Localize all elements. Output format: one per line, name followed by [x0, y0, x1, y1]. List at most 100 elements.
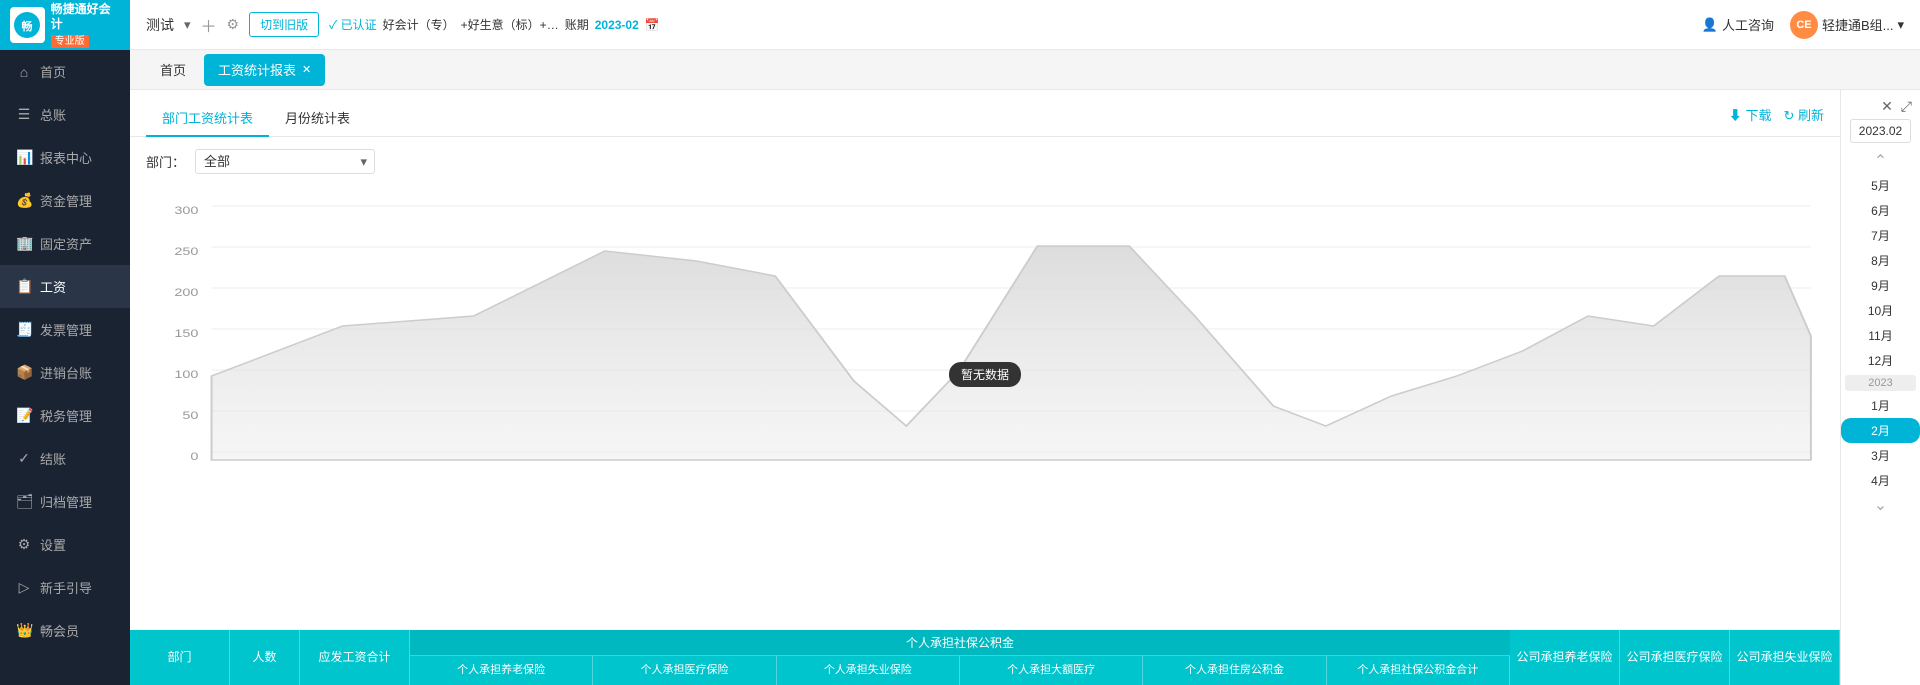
sidebar-item-checkout[interactable]: ✓ 结账: [0, 437, 130, 480]
month-item-5[interactable]: 5月: [1841, 173, 1920, 198]
right-panel-controls: ✕ ⤢: [1841, 98, 1920, 119]
sidebar-label-ledger: 总账: [40, 105, 66, 124]
th-personal-housing: 个人承担住房公积金: [1143, 656, 1326, 685]
sidebar-item-archive[interactable]: 🗂 归档管理: [0, 480, 130, 523]
period-value: 2023-02: [595, 18, 639, 32]
month-item-2[interactable]: 2月: [1841, 418, 1920, 443]
guide-icon: ▷: [16, 579, 32, 596]
sidebar-label-reports: 报表中心: [40, 148, 92, 167]
sidebar-label-guide: 新手引导: [40, 578, 92, 597]
month-item-10[interactable]: 10月: [1841, 298, 1920, 323]
assets-icon: 🏢: [16, 235, 32, 252]
user-menu[interactable]: CE 轻捷通B组... ▾: [1790, 11, 1904, 39]
close-panel-icon[interactable]: ✕: [1881, 98, 1893, 115]
chart-container: 0 50 100 150 200 250 300 350: [146, 196, 1824, 516]
sidebar-label-salary: 工资: [40, 277, 66, 296]
consult-button[interactable]: 👤 人工咨询: [1702, 15, 1774, 34]
sidebar-item-salary[interactable]: 📋 工资: [0, 265, 130, 308]
download-label: 下载: [1745, 108, 1771, 123]
logo-name: 畅捷通好会计: [51, 2, 120, 33]
month-item-3[interactable]: 3月: [1841, 443, 1920, 468]
filter-dept-select[interactable]: 全部 研发部 销售部 行政部 财务部: [195, 149, 375, 174]
sidebar-item-guide[interactable]: ▷ 新手引导: [0, 566, 130, 609]
th-company-medical-label: 公司承担医疗保险: [1626, 650, 1722, 666]
refresh-button[interactable]: ↻ 刷新: [1783, 105, 1824, 124]
sub-tab-dept-label: 部门工资统计表: [162, 111, 253, 126]
month-item-12[interactable]: 12月: [1841, 348, 1920, 373]
th-company-pension-label: 公司承担养老保险: [1516, 650, 1612, 666]
good-account-label: 好会计（专）: [383, 16, 455, 33]
tab-home-label: 首页: [160, 60, 186, 79]
company-dropdown[interactable]: ▾: [184, 17, 191, 33]
switch-old-button[interactable]: 切到旧版: [249, 12, 319, 37]
month-item-6[interactable]: 6月: [1841, 198, 1920, 223]
filter-dept-wrap: 全部 研发部 销售部 行政部 财务部: [195, 149, 375, 174]
tab-salary-stats[interactable]: 工资统计报表 ✕: [204, 54, 325, 86]
svg-text:150: 150: [174, 327, 198, 340]
month-3-label: 3月: [1871, 449, 1890, 463]
certified-badge: ✓ 已认证: [329, 16, 377, 33]
th-company-unemployment-label: 公司承担失业保险: [1736, 650, 1832, 666]
month-item-1[interactable]: 1月: [1841, 393, 1920, 418]
svg-text:300: 300: [174, 204, 198, 217]
calendar-icon[interactable]: 📅: [645, 18, 660, 32]
topbar-status: ✓ 已认证 好会计（专） +好生意（标）+… 账期 2023-02 📅: [329, 16, 660, 33]
sidebar-label-tax: 税务管理: [40, 406, 92, 425]
sidebar-item-member[interactable]: 👑 畅会员: [0, 609, 130, 652]
month-item-11[interactable]: 11月: [1841, 323, 1920, 348]
sidebar-item-invoice[interactable]: 🧾 发票管理: [0, 308, 130, 351]
th-personal-unemployment-label: 个人承担失业保险: [824, 663, 912, 677]
sidebar-item-home[interactable]: ⌂ 首页: [0, 50, 130, 93]
month-11-label: 11月: [1868, 329, 1892, 343]
month-7-label: 7月: [1871, 229, 1890, 243]
scroll-up-button[interactable]: ⌃: [1872, 149, 1889, 173]
download-button[interactable]: ⬇ 下载: [1729, 105, 1772, 124]
sub-tab-dept[interactable]: 部门工资统计表: [146, 100, 269, 137]
sidebar-label-trade: 进销台账: [40, 363, 92, 382]
sidebar-item-tax[interactable]: 📝 税务管理: [0, 394, 130, 437]
sidebar-item-ledger[interactable]: ☰ 总账: [0, 93, 130, 136]
sidebar-item-reports[interactable]: 📊 报表中心: [0, 136, 130, 179]
th-personal-pension-label: 个人承担养老保险: [457, 663, 545, 677]
th-company-medical: 公司承担医疗保险: [1620, 630, 1730, 685]
sidebar-label-member: 畅会员: [40, 621, 79, 640]
home-icon: ⌂: [16, 64, 32, 80]
svg-text:100: 100: [174, 368, 198, 381]
expand-panel-icon[interactable]: ⤢: [1901, 98, 1912, 115]
tab-home[interactable]: 首页: [146, 54, 200, 86]
sidebar: 畅 畅捷通好会计 专业版 ⌂ 首页 ☰ 总账 📊 报表中心 💰 资金管理 🏢 固…: [0, 0, 130, 685]
topbar-gear[interactable]: ⚙: [227, 16, 240, 33]
sidebar-label-invoice: 发票管理: [40, 320, 92, 339]
user-name: 轻捷通B组...: [1822, 15, 1894, 34]
month-item-8[interactable]: 8月: [1841, 248, 1920, 273]
sidebar-item-settings[interactable]: ⚙ 设置: [0, 523, 130, 566]
th-personal-medical-label: 个人承担医疗保险: [640, 663, 728, 677]
th-personal-unemployment: 个人承担失业保险: [777, 656, 960, 685]
sidebar-label-checkout: 结账: [40, 449, 66, 468]
tab-salary-stats-close[interactable]: ✕: [302, 63, 311, 76]
svg-text:200: 200: [174, 286, 198, 299]
sidebar-item-trade[interactable]: 📦 进销台账: [0, 351, 130, 394]
scroll-down-button[interactable]: ⌄: [1872, 493, 1889, 517]
company-name: 测试: [146, 15, 174, 35]
good-biz-label: +好生意（标）+…: [461, 16, 559, 33]
table-header: 部门 人数 应发工资合计 个人承担社保公积金 个人承担养老保险: [130, 630, 1840, 685]
year-label[interactable]: 2023.02: [1850, 119, 1911, 143]
sidebar-item-assets[interactable]: 🏢 固定资产: [0, 222, 130, 265]
th-personal-pension: 个人承担养老保险: [410, 656, 593, 685]
salary-icon: 📋: [16, 278, 32, 295]
filter-bar: 部门： 全部 研发部 销售部 行政部 财务部: [130, 137, 1840, 186]
month-item-4[interactable]: 4月: [1841, 468, 1920, 493]
month-item-9[interactable]: 9月: [1841, 273, 1920, 298]
main-area: 测试 ▾ ＋ ⚙ 切到旧版 ✓ 已认证 好会计（专） +好生意（标）+… 账期 …: [130, 0, 1920, 685]
topbar-plus[interactable]: ＋: [201, 13, 217, 37]
sub-tab-monthly[interactable]: 月份统计表: [269, 100, 366, 137]
period-label: 账期: [565, 16, 589, 33]
month-item-7[interactable]: 7月: [1841, 223, 1920, 248]
archive-icon: 🗂: [16, 493, 32, 510]
chart-svg: 0 50 100 150 200 250 300 350: [146, 196, 1824, 486]
svg-text:50: 50: [182, 409, 198, 422]
sidebar-label-assets: 固定资产: [40, 234, 92, 253]
month-12-label: 12月: [1868, 354, 1893, 368]
sidebar-item-funds[interactable]: 💰 资金管理: [0, 179, 130, 222]
